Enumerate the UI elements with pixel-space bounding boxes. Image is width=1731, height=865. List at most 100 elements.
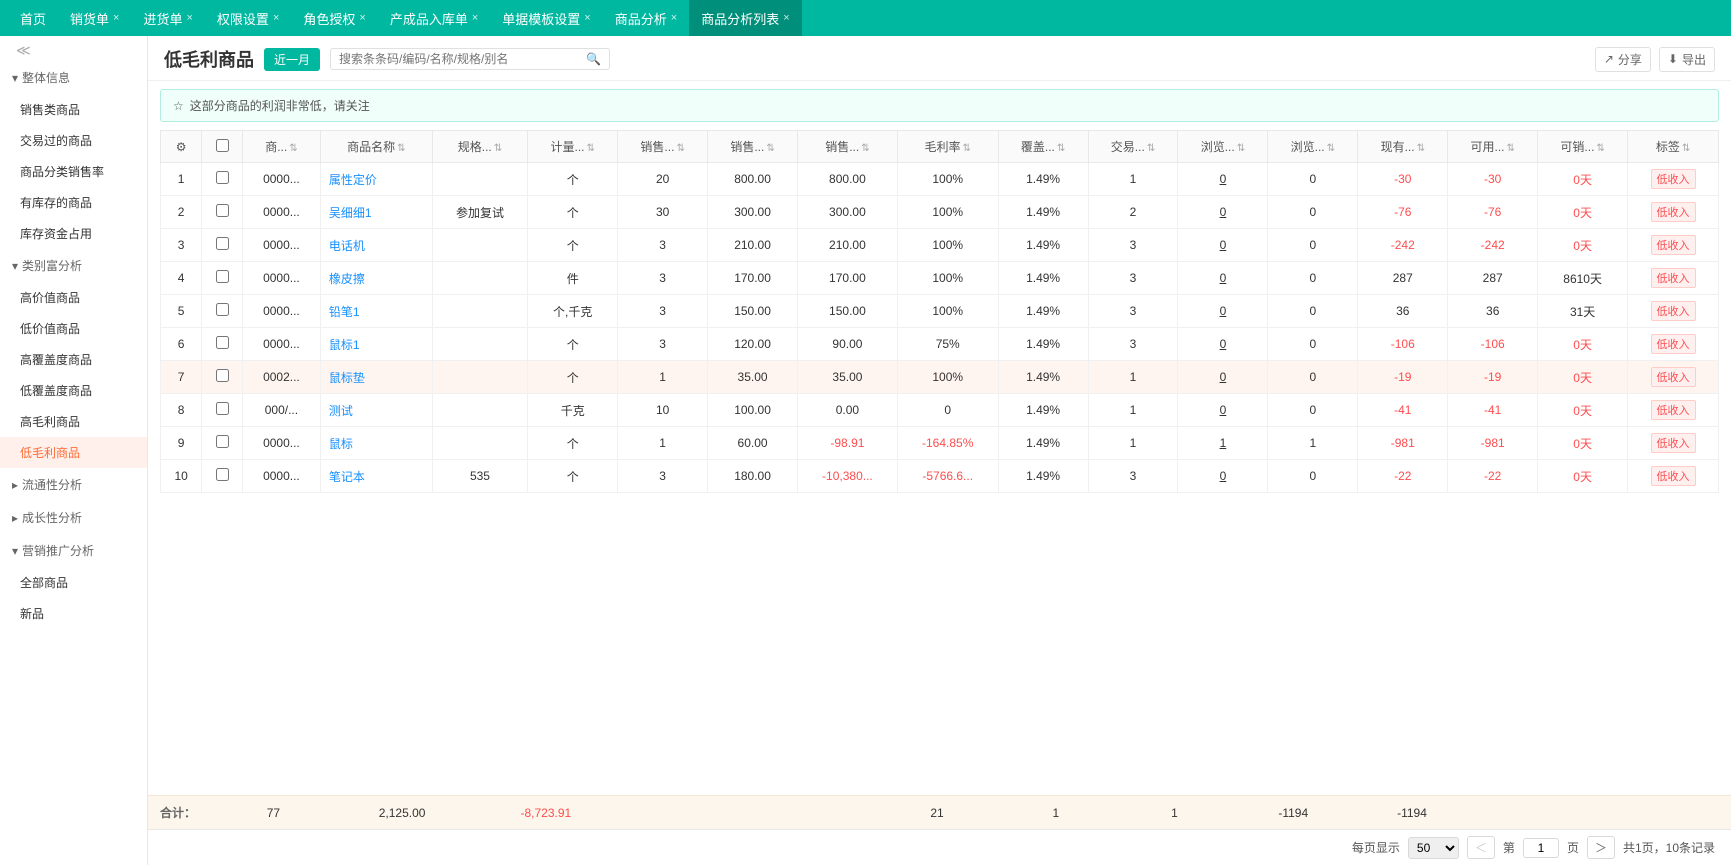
sidebar-group-growth[interactable]: ▸ 成长性分析 (0, 501, 147, 534)
row-checkbox[interactable] (202, 262, 243, 295)
col-sales-price[interactable]: 销售...⇅ (708, 131, 798, 163)
row-name[interactable]: 吴细细1 (320, 196, 432, 229)
sidebar-item-sales-goods[interactable]: 销售类商品 (0, 94, 147, 125)
col-gross-rate[interactable]: 毛利率⇅ (897, 131, 998, 163)
col-sales-amount[interactable]: 销售...⇅ (798, 131, 898, 163)
search-input[interactable] (339, 52, 586, 66)
row-browse1[interactable]: 0 (1178, 295, 1268, 328)
row-select[interactable] (216, 204, 229, 217)
sidebar-item-high-coverage[interactable]: 高覆盖度商品 (0, 344, 147, 375)
row-browse1[interactable]: 0 (1178, 163, 1268, 196)
row-checkbox[interactable] (202, 361, 243, 394)
nav-purchase-close[interactable]: × (186, 12, 192, 24)
nav-permission-close[interactable]: × (273, 12, 279, 24)
row-name[interactable]: 笔记本 (320, 460, 432, 493)
nav-analysis-close[interactable]: × (671, 12, 677, 24)
filter-recent-month-btn[interactable]: 近一月 (264, 48, 320, 71)
row-checkbox[interactable] (202, 427, 243, 460)
row-checkbox[interactable] (202, 196, 243, 229)
nav-purchase[interactable]: 进货单 × (131, 0, 204, 36)
row-checkbox[interactable] (202, 394, 243, 427)
col-sales-qty[interactable]: 销售...⇅ (618, 131, 708, 163)
row-select[interactable] (216, 435, 229, 448)
row-browse1[interactable]: 0 (1178, 361, 1268, 394)
search-icon[interactable]: 🔍 (586, 52, 601, 66)
page-input[interactable] (1523, 838, 1559, 858)
nav-template[interactable]: 单据模板设置 × (490, 0, 602, 36)
col-name[interactable]: 商品名称⇅ (320, 131, 432, 163)
sidebar-item-stocked-goods[interactable]: 有库存的商品 (0, 187, 147, 218)
share-btn[interactable]: ↗ 分享 (1595, 47, 1651, 72)
col-checkbox[interactable] (202, 131, 243, 163)
nav-analysis-list[interactable]: 商品分析列表 × (689, 0, 801, 36)
col-browse2[interactable]: 浏览...⇅ (1268, 131, 1358, 163)
nav-permission[interactable]: 权限设置 × (205, 0, 291, 36)
row-select[interactable] (216, 369, 229, 382)
row-select[interactable] (216, 237, 229, 250)
row-checkbox[interactable] (202, 295, 243, 328)
col-browse1[interactable]: 浏览...⇅ (1178, 131, 1268, 163)
row-checkbox[interactable] (202, 163, 243, 196)
col-tag[interactable]: 标签⇅ (1628, 131, 1719, 163)
row-name[interactable]: 电话机 (320, 229, 432, 262)
row-name[interactable]: 橡皮擦 (320, 262, 432, 295)
row-browse1[interactable]: 0 (1178, 262, 1268, 295)
row-browse1[interactable]: 0 (1178, 460, 1268, 493)
nav-sales-close[interactable]: × (113, 12, 119, 24)
nav-product-entry-close[interactable]: × (472, 12, 478, 24)
sidebar-item-high-value[interactable]: 高价值商品 (0, 282, 147, 313)
row-browse1[interactable]: 0 (1178, 394, 1268, 427)
nav-home[interactable]: 首页 (8, 0, 58, 36)
sidebar-item-category-rate[interactable]: 商品分类销售率 (0, 156, 147, 187)
row-name[interactable]: 鼠标 (320, 427, 432, 460)
row-name[interactable]: 铅笔1 (320, 295, 432, 328)
row-select[interactable] (216, 336, 229, 349)
col-settings[interactable]: ⚙ (161, 131, 202, 163)
col-code[interactable]: 商...⇅ (243, 131, 321, 163)
sidebar-item-low-coverage[interactable]: 低覆盖度商品 (0, 375, 147, 406)
sidebar-item-low-value[interactable]: 低价值商品 (0, 313, 147, 344)
nav-role-close[interactable]: × (359, 12, 365, 24)
nav-analysis-list-close[interactable]: × (783, 12, 789, 24)
sidebar-item-inventory-capital[interactable]: 库存资金占用 (0, 218, 147, 249)
row-name[interactable]: 鼠标1 (320, 328, 432, 361)
sidebar-collapse-btn[interactable]: ≪ (12, 40, 35, 61)
row-select[interactable] (216, 270, 229, 283)
row-name[interactable]: 鼠标垫 (320, 361, 432, 394)
sidebar-group-overall[interactable]: ▾ 整体信息 (0, 61, 147, 94)
row-name[interactable]: 属性定价 (320, 163, 432, 196)
row-browse1[interactable]: 0 (1178, 229, 1268, 262)
col-trade[interactable]: 交易...⇅ (1088, 131, 1178, 163)
sidebar-item-low-margin[interactable]: 低毛利商品 (0, 437, 147, 468)
col-sellable[interactable]: 可销...⇅ (1538, 131, 1628, 163)
row-select[interactable] (216, 303, 229, 316)
row-browse1[interactable]: 0 (1178, 196, 1268, 229)
nav-template-close[interactable]: × (584, 12, 590, 24)
sidebar-group-liquidity[interactable]: ▸ 流通性分析 (0, 468, 147, 501)
sidebar-group-marketing[interactable]: ▾ 营销推广分析 (0, 534, 147, 567)
page-size-select[interactable]: 50 100 200 (1408, 837, 1459, 859)
row-select[interactable] (216, 468, 229, 481)
row-checkbox[interactable] (202, 229, 243, 262)
next-page-btn[interactable]: ＞ (1587, 836, 1615, 859)
export-btn[interactable]: ⬇ 导出 (1659, 47, 1715, 72)
col-coverage[interactable]: 覆盖...⇅ (998, 131, 1088, 163)
row-browse1[interactable]: 1 (1178, 427, 1268, 460)
sidebar-item-high-margin[interactable]: 高毛利商品 (0, 406, 147, 437)
nav-role[interactable]: 角色授权 × (291, 0, 377, 36)
sidebar-item-all-goods[interactable]: 全部商品 (0, 567, 147, 598)
select-all-checkbox[interactable] (216, 139, 229, 152)
row-select[interactable] (216, 171, 229, 184)
row-select[interactable] (216, 402, 229, 415)
row-checkbox[interactable] (202, 460, 243, 493)
row-checkbox[interactable] (202, 328, 243, 361)
col-unit[interactable]: 计量...⇅ (528, 131, 618, 163)
row-browse1[interactable]: 0 (1178, 328, 1268, 361)
prev-page-btn[interactable]: ＜ (1467, 836, 1495, 859)
nav-analysis[interactable]: 商品分析 × (603, 0, 689, 36)
nav-sales[interactable]: 销货单 × (58, 0, 131, 36)
col-current[interactable]: 现有...⇅ (1358, 131, 1448, 163)
sidebar-item-traded-goods[interactable]: 交易过的商品 (0, 125, 147, 156)
sidebar-item-new-goods[interactable]: 新品 (0, 598, 147, 629)
col-available[interactable]: 可用...⇅ (1448, 131, 1538, 163)
